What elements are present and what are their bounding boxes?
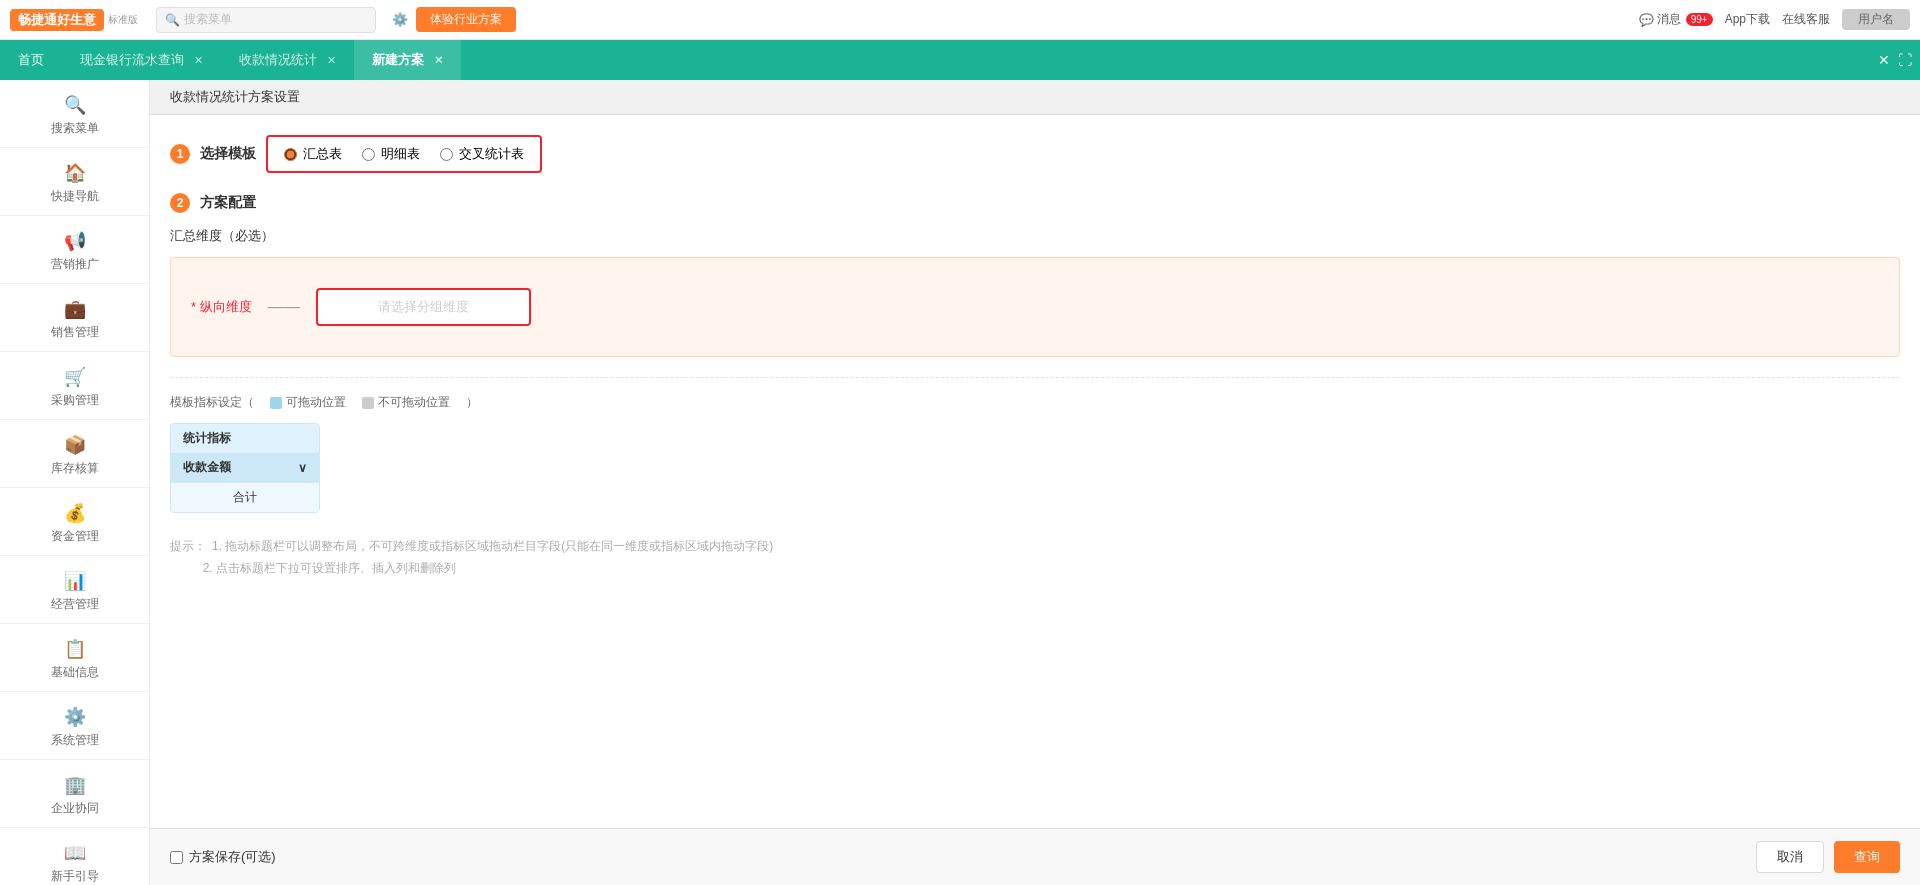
query-button[interactable]: 查询: [1834, 841, 1900, 873]
legend-fixed: 不可拖动位置: [362, 394, 450, 411]
finance-icon: 💰: [64, 502, 86, 524]
arrow-line: ——: [268, 298, 300, 316]
step1-header: 1 选择模板 汇总表 明细表 交叉统计表: [170, 135, 1900, 173]
search-placeholder-text: 搜索菜单: [184, 11, 232, 28]
sidebar-item-guide[interactable]: 📖 新手引导: [0, 828, 149, 885]
step1-section: 1 选择模板 汇总表 明细表 交叉统计表: [170, 135, 1900, 173]
tip-line-1: 提示： 1. 拖动标题栏可以调整布局，不可跨维度或指标区域拖动栏目字段(只能在同…: [170, 536, 1900, 558]
save-checkbox-input[interactable]: [170, 851, 183, 864]
home-icon: 🏠: [64, 162, 86, 184]
gear-icon[interactable]: ⚙️: [392, 12, 408, 27]
tab-home[interactable]: 首页: [0, 40, 62, 80]
tab-receipts[interactable]: 收款情况统计 ✕: [221, 40, 354, 80]
dimension-select-box[interactable]: 请选择分组维度: [316, 288, 531, 326]
top-search-bar[interactable]: 🔍 搜索菜单: [156, 7, 376, 33]
save-checkbox[interactable]: 方案保存(可选): [170, 848, 276, 866]
radio-summary[interactable]: 汇总表: [284, 145, 342, 163]
marketing-icon: 📢: [64, 230, 86, 252]
main-layout: 🔍 搜索菜单 🏠 快捷导航 📢 营销推广 💼 销售管理 🛒 采购管理 📦 库存核…: [0, 80, 1920, 885]
radio-detail[interactable]: 明细表: [362, 145, 420, 163]
close-cashflow-tab[interactable]: ✕: [194, 54, 203, 67]
close-window-icon[interactable]: ✕: [1878, 52, 1890, 68]
draggable-dot: [270, 397, 282, 409]
metrics-header: 模板指标设定（ 可拖动位置 不可拖动位置 ）: [170, 394, 1900, 411]
pivot-row: * 纵向维度 —— 请选择分组维度: [191, 288, 531, 326]
cancel-button[interactable]: 取消: [1756, 841, 1824, 873]
online-service-link[interactable]: 在线客服: [1782, 11, 1830, 28]
logo-sub: 标准版: [108, 13, 138, 27]
content-area: 收款情况统计方案设置 1 选择模板 汇总表 明细表: [150, 80, 1920, 885]
col-dropdown-icon: ∨: [298, 461, 307, 475]
nav-tabs: 首页 现金银行流水查询 ✕ 收款情况统计 ✕ 新建方案 ✕ ✕ ⛶: [0, 40, 1920, 80]
management-icon: 📊: [64, 570, 86, 592]
radio-cross-input[interactable]: [440, 148, 453, 161]
bottom-section: 方案保存(可选) 取消 查询: [150, 828, 1920, 885]
radio-cross[interactable]: 交叉统计表: [440, 145, 524, 163]
top-icon-area: 💬 消息 99+ App下载 在线客服 用户名: [1639, 9, 1910, 30]
legend-draggable: 可拖动位置: [270, 394, 346, 411]
message-icon[interactable]: 💬 消息 99+: [1639, 11, 1713, 28]
message-badge: 99+: [1686, 13, 1713, 26]
step1-number: 1: [170, 144, 190, 164]
industry-btn[interactable]: 体验行业方案: [416, 7, 516, 32]
content-body: 1 选择模板 汇总表 明细表 交叉统计表: [150, 115, 1920, 828]
sidebar-item-cooperation[interactable]: 🏢 企业协同: [0, 760, 149, 828]
sidebar-item-basic[interactable]: 📋 基础信息: [0, 624, 149, 692]
step2-title: 方案配置: [200, 194, 256, 212]
sidebar-item-finance[interactable]: 💰 资金管理: [0, 488, 149, 556]
sidebar-item-search[interactable]: 🔍 搜索菜单: [0, 80, 149, 148]
sidebar: 🔍 搜索菜单 🏠 快捷导航 📢 营销推广 💼 销售管理 🛒 采购管理 📦 库存核…: [0, 80, 150, 885]
dimension-label: 汇总维度（必选）: [170, 227, 1900, 245]
inventory-icon: 📦: [64, 434, 86, 456]
tip-line-2: 2. 点击标题栏下拉可设置排序、插入列和删除列: [170, 558, 1900, 580]
sidebar-item-marketing[interactable]: 📢 营销推广: [0, 216, 149, 284]
col-header-receipts[interactable]: 收款金额 ∨: [171, 453, 319, 482]
app-download-link[interactable]: App下载: [1725, 11, 1770, 28]
sidebar-item-quicknav[interactable]: 🏠 快捷导航: [0, 148, 149, 216]
nav-right-icons: ✕ ⛶: [1878, 40, 1920, 80]
sidebar-item-management[interactable]: 📊 经营管理: [0, 556, 149, 624]
breadcrumb: 收款情况统计方案设置: [150, 80, 1920, 115]
sidebar-item-inventory[interactable]: 📦 库存核算: [0, 420, 149, 488]
tab-new-plan[interactable]: 新建方案 ✕: [354, 40, 461, 80]
tab-cashflow[interactable]: 现金银行流水查询 ✕: [62, 40, 221, 80]
step2-section: 2 方案配置 汇总维度（必选） * 纵向维度 —— 请选择分组维度 模: [170, 193, 1900, 579]
sidebar-item-system[interactable]: ⚙️ 系统管理: [0, 692, 149, 760]
tips-section: 提示： 1. 拖动标题栏可以调整布局，不可跨维度或指标区域拖动栏目字段(只能在同…: [170, 536, 1900, 579]
cooperation-icon: 🏢: [64, 774, 86, 796]
search-icon: 🔍: [64, 94, 86, 116]
row-label: * 纵向维度: [191, 298, 252, 316]
fixed-dot: [362, 397, 374, 409]
pivot-area: * 纵向维度 —— 请选择分组维度: [170, 257, 1900, 357]
basic-icon: 📋: [64, 638, 86, 660]
guide-icon: 📖: [64, 842, 86, 864]
radio-summary-input[interactable]: [284, 148, 297, 161]
sidebar-item-sales[interactable]: 💼 销售管理: [0, 284, 149, 352]
maximize-icon[interactable]: ⛶: [1898, 52, 1912, 68]
metrics-config: 模板指标设定（ 可拖动位置 不可拖动位置 ） 统计指标: [170, 377, 1900, 516]
metrics-table-header: 统计指标: [171, 424, 319, 453]
top-bar: 畅捷通好生意 标准版 🔍 搜索菜单 ⚙️ 体验行业方案 💬 消息 99+ App…: [0, 0, 1920, 40]
radio-detail-input[interactable]: [362, 148, 375, 161]
purchase-icon: 🛒: [64, 366, 86, 388]
system-icon: ⚙️: [64, 706, 86, 728]
bottom-actions: 取消 查询: [1756, 841, 1900, 873]
row-total: 合计: [171, 482, 319, 512]
logo-text: 畅捷通好生意: [10, 9, 104, 31]
step1-title: 选择模板: [200, 145, 256, 163]
metrics-table: 统计指标 收款金额 ∨ 合计: [170, 423, 320, 513]
close-receipts-tab[interactable]: ✕: [327, 54, 336, 67]
step2-header: 2 方案配置: [170, 193, 1900, 213]
template-select-box: 汇总表 明细表 交叉统计表: [266, 135, 542, 173]
step2-number: 2: [170, 193, 190, 213]
user-info: 用户名: [1842, 9, 1910, 30]
sidebar-item-purchase[interactable]: 🛒 采购管理: [0, 352, 149, 420]
close-new-plan-tab[interactable]: ✕: [434, 54, 443, 67]
app-logo: 畅捷通好生意 标准版: [10, 9, 138, 31]
sales-icon: 💼: [64, 298, 86, 320]
